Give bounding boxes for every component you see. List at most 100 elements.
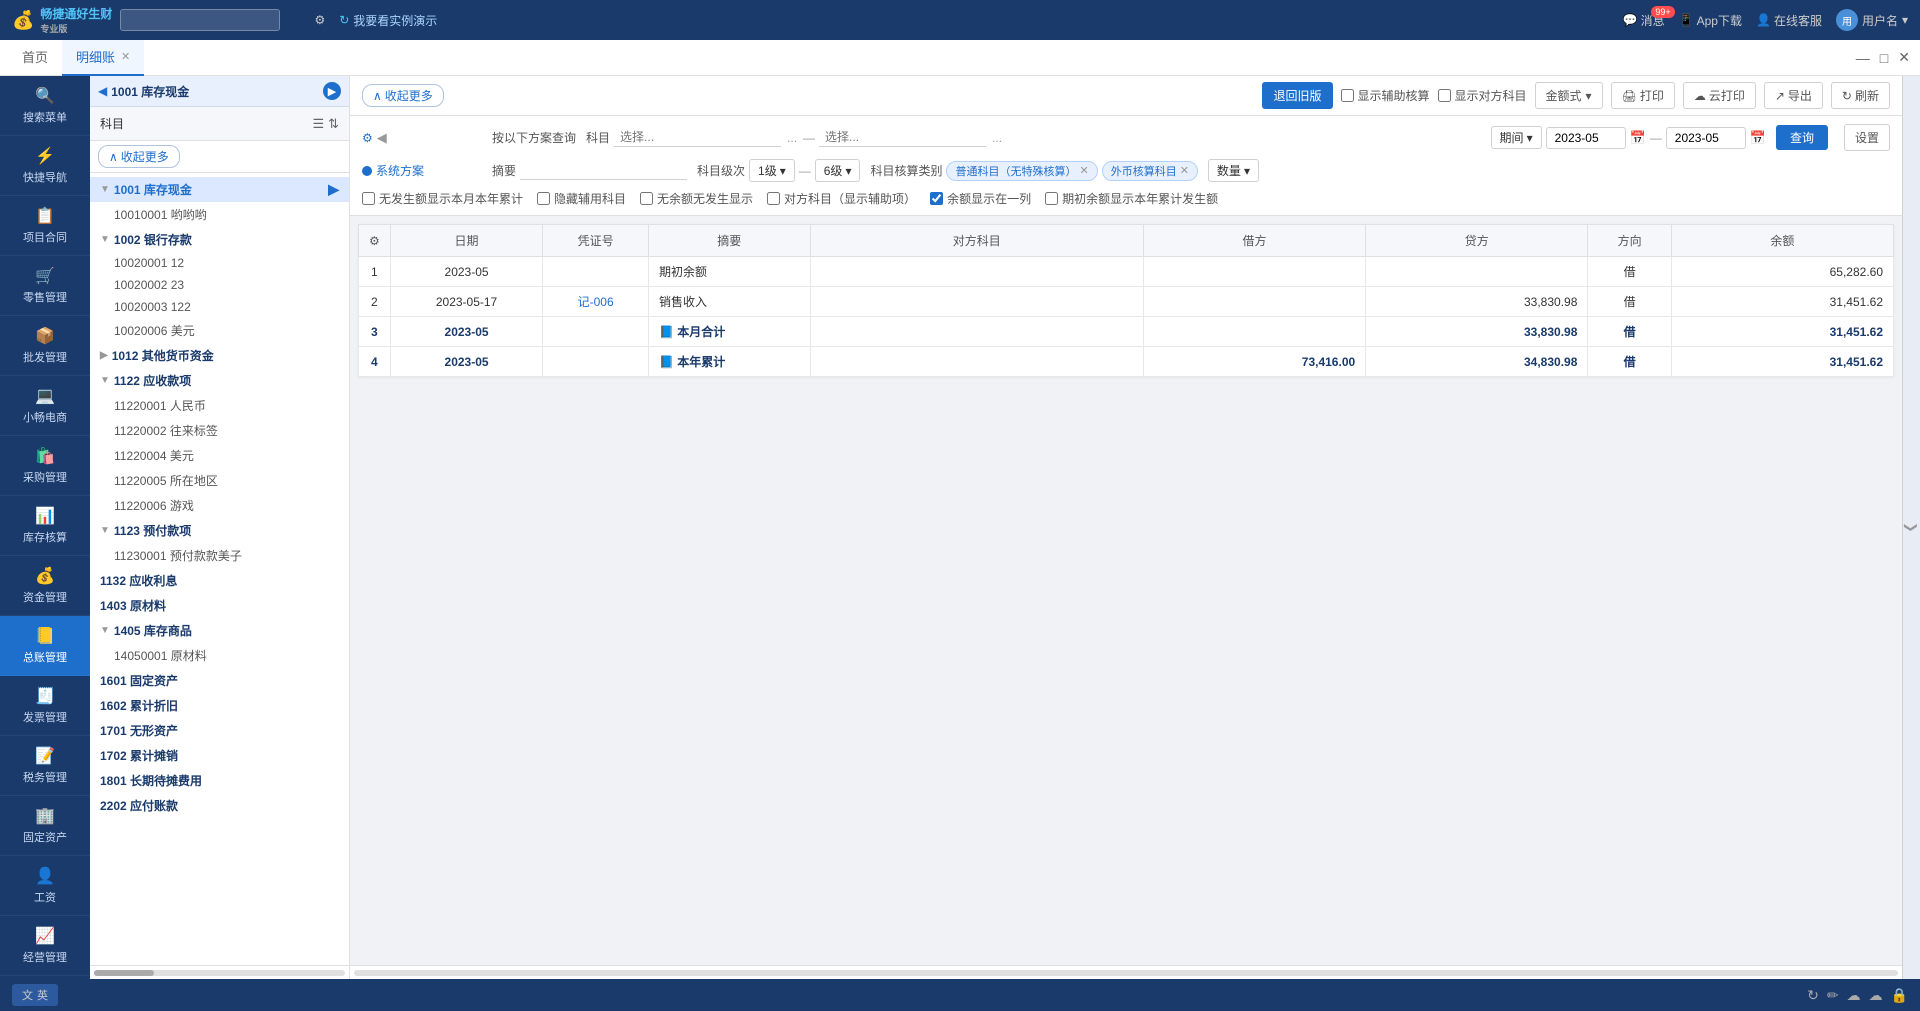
row2-voucher[interactable]: 记-006 — [543, 287, 649, 317]
query-btn[interactable]: 查询 — [1776, 125, 1828, 150]
tree-item-1702[interactable]: 1702 累计摊销 — [90, 743, 349, 768]
expand-more-btn[interactable]: ∧ 收起更多 — [98, 145, 180, 168]
show-contra-checkbox[interactable]: 显示对方科目 — [1438, 87, 1527, 104]
left-panel-list-icon[interactable]: ☰ — [312, 116, 324, 132]
bottom-icon-5[interactable]: 🔒 — [1891, 987, 1908, 1004]
tree-item-11220006[interactable]: 11220006 游戏 — [90, 493, 349, 518]
left-panel-scrollbar[interactable] — [90, 965, 349, 979]
sidebar-item-tax[interactable]: 📝 税务管理 — [0, 736, 90, 796]
tree-item-11230001[interactable]: 11230001 预付款款美子 — [90, 543, 349, 568]
sidebar-item-operation[interactable]: 📈 经营管理 — [0, 916, 90, 976]
contra-show-input[interactable] — [767, 192, 780, 205]
sidebar-item-assets[interactable]: 🏢 固定资产 — [0, 796, 90, 856]
right-edge-collapse-btn[interactable]: ❯ — [1901, 516, 1920, 539]
filter-period-end[interactable] — [1666, 127, 1746, 149]
amount-style-btn[interactable]: 金额式 ▾ — [1535, 82, 1603, 109]
no-occur-input[interactable] — [362, 192, 375, 205]
tab-minimize-btn[interactable]: — — [1854, 48, 1872, 68]
selected-account[interactable]: ◀ 1001 库存现金 — [98, 83, 323, 100]
filter-type-tag-1[interactable]: 普通科目（无特殊核算） ✕ — [946, 161, 1097, 181]
sidebar-item-payroll[interactable]: 👤 工资 — [0, 856, 90, 916]
tree-item-1001[interactable]: ▼ 1001 库存现金 ▶ — [90, 177, 349, 202]
sidebar-item-retail[interactable]: 🛒 零售管理 — [0, 256, 90, 316]
sidebar-item-ledger[interactable]: 📒 总账管理 — [0, 616, 90, 676]
voucher-link-2[interactable]: 记-006 — [578, 295, 614, 309]
checkbox-opening-show[interactable]: 期初余额显示本年累计发生额 — [1045, 190, 1218, 207]
checkbox-hide-aux[interactable]: 隐藏辅用科目 — [537, 190, 626, 207]
tab-maximize-btn[interactable]: □ — [1878, 48, 1890, 68]
sidebar-item-search[interactable]: 🔍 搜索菜单 — [0, 76, 90, 136]
tree-item-10010001[interactable]: 10010001 哟哟哟 — [90, 202, 349, 227]
checkbox-balance-one-col[interactable]: 余额显示在一列 — [930, 190, 1031, 207]
tag1-close-btn[interactable]: ✕ — [1079, 164, 1088, 177]
tree-item-1132[interactable]: 1132 应收利息 — [90, 568, 349, 593]
tree-item-10020006[interactable]: 10020006 美元 — [90, 318, 349, 343]
sidebar-item-ecommerce[interactable]: 💻 小畅电商 — [0, 376, 90, 436]
print-btn[interactable]: 🖨 打印 — [1611, 82, 1675, 109]
sidebar-item-fund[interactable]: 💰 资金管理 — [0, 556, 90, 616]
no-balance-input[interactable] — [640, 192, 653, 205]
sidebar-item-inventory[interactable]: 📊 库存核算 — [0, 496, 90, 556]
sidebar-item-wholesale[interactable]: 📦 批发管理 — [0, 316, 90, 376]
filter-level-from[interactable]: 1级 ▾ — [749, 159, 795, 182]
tree-item-11220005[interactable]: 11220005 所在地区 — [90, 468, 349, 493]
tree-item-10020002[interactable]: 10020002 23 — [90, 274, 349, 296]
tab-close-window-btn[interactable]: ✕ — [1896, 47, 1912, 68]
cloud-print-btn[interactable]: ☁ 云打印 — [1683, 82, 1756, 109]
hide-aux-input[interactable] — [537, 192, 550, 205]
tree-item-1122[interactable]: ▼ 1122 应收款项 — [90, 368, 349, 393]
topbar-demo-link[interactable]: ↻ 我要看实例演示 — [339, 12, 437, 29]
filter-summary-input[interactable] — [520, 161, 687, 180]
show-contra-input[interactable] — [1438, 89, 1451, 102]
export-btn[interactable]: ↗ 导出 — [1764, 82, 1823, 109]
col-gear[interactable]: ⚙ — [359, 225, 391, 257]
scheme-config-btn[interactable]: ⚙ — [362, 131, 373, 145]
account-arrow-btn[interactable]: ▶ — [323, 82, 341, 100]
filter-settings-btn[interactable]: 设置 — [1844, 124, 1890, 151]
tree-item-1123[interactable]: ▼ 1123 预付款项 — [90, 518, 349, 543]
table-scrollbar[interactable] — [350, 965, 1902, 979]
scheme-name-link[interactable]: 系统方案 — [376, 162, 424, 179]
tree-item-1801[interactable]: 1801 长期待摊费用 — [90, 768, 349, 793]
checkbox-no-balance[interactable]: 无余额无发生显示 — [640, 190, 753, 207]
topbar-settings-btn[interactable]: ⚙ — [308, 11, 331, 29]
tree-item-1601[interactable]: 1601 固定资产 — [90, 668, 349, 693]
sidebar-item-purchase[interactable]: 🛍️ 采购管理 — [0, 436, 90, 496]
filter-qty-select[interactable]: 数量 ▾ — [1208, 159, 1259, 182]
return-old-btn[interactable]: 退回旧版 — [1262, 82, 1332, 109]
tree-item-11220002[interactable]: 11220002 往来标签 — [90, 418, 349, 443]
tree-item-1403[interactable]: 1403 原材料 — [90, 593, 349, 618]
balance-one-col-input[interactable] — [930, 192, 943, 205]
bottom-icon-2[interactable]: ✏ — [1827, 987, 1839, 1004]
topbar-search-box[interactable] — [120, 9, 300, 31]
tab-close-btn[interactable]: ✕ — [121, 50, 130, 63]
tree-item-11220001[interactable]: 11220001 人民币 — [90, 393, 349, 418]
topbar-search-input[interactable] — [120, 9, 280, 31]
topbar-online-service-btn[interactable]: 👤 在线客服 — [1756, 12, 1822, 29]
topbar-app-download-btn[interactable]: 📱 App下载 — [1679, 12, 1742, 29]
filter-type-tag-2[interactable]: 外币核算科目 ✕ — [1102, 161, 1198, 181]
tree-item-14050001[interactable]: 14050001 原材料 — [90, 643, 349, 668]
sidebar-item-quick[interactable]: ⚡ 快捷导航 — [0, 136, 90, 196]
checkbox-contra-show[interactable]: 对方科目（显示辅助项） — [767, 190, 916, 207]
tree-item-10020001[interactable]: 10020001 12 — [90, 252, 349, 274]
topbar-user-menu[interactable]: 用 用户名 ▾ — [1836, 9, 1908, 31]
filter-subject-input2[interactable] — [819, 128, 986, 147]
scheme-collapse-btn[interactable]: ◀ — [377, 130, 387, 146]
bottom-icon-3[interactable]: ☁ — [1847, 987, 1861, 1004]
tag2-close-btn[interactable]: ✕ — [1180, 164, 1189, 177]
filter-subject-dots[interactable]: ... — [787, 131, 797, 145]
tree-item-1002[interactable]: ▼ 1002 银行存款 — [90, 227, 349, 252]
filter-scheme-btn[interactable]: ∧ 收起更多 — [362, 84, 444, 107]
left-panel-expand-icon[interactable]: ⇅ — [328, 116, 339, 132]
filter-subject-input[interactable] — [614, 128, 781, 147]
calendar-icon-end[interactable]: 📅 — [1750, 130, 1766, 146]
filter-period-select[interactable]: 期间 ▾ — [1491, 126, 1542, 149]
bottom-icon-1[interactable]: ↻ — [1807, 987, 1819, 1004]
calendar-icon-start[interactable]: 📅 — [1630, 130, 1646, 146]
tree-item-10020003[interactable]: 10020003 122 — [90, 296, 349, 318]
filter-period-start[interactable] — [1546, 127, 1626, 149]
checkbox-no-occur[interactable]: 无发生额显示本月本年累计 — [362, 190, 523, 207]
sidebar-item-invoice[interactable]: 🧾 发票管理 — [0, 676, 90, 736]
tree-item-2202[interactable]: 2202 应付账款 — [90, 793, 349, 818]
